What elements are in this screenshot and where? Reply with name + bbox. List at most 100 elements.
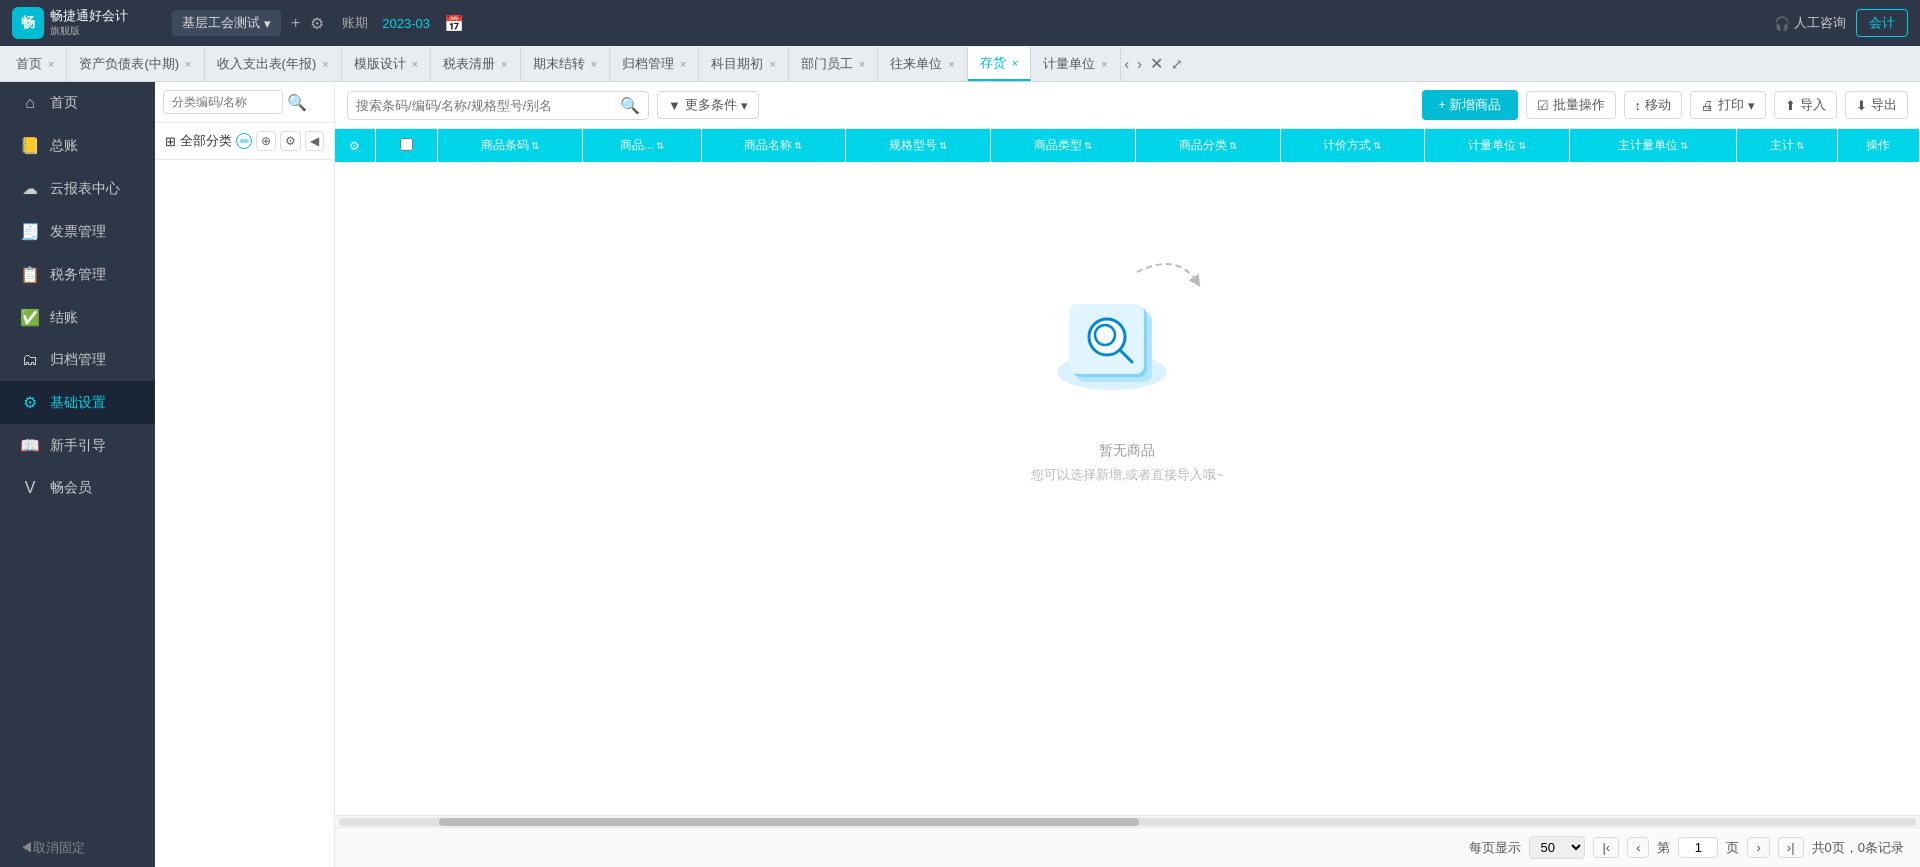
content-area: 🔍 ⊞ 全部分类 ✏ ⊕ ⚙ ◀ xyxy=(155,82,1920,867)
account-button[interactable]: 会计 xyxy=(1856,9,1908,37)
tabs-expand-button[interactable]: ⤢ xyxy=(1167,56,1187,72)
tab-close-period[interactable]: × xyxy=(591,58,597,70)
sidebar-item-home[interactable]: ⌂ 首页 xyxy=(0,82,155,124)
sidebar-item-member[interactable]: V 畅会员 xyxy=(0,467,155,509)
category-add-button[interactable]: ⊕ xyxy=(256,131,276,151)
th-barcode[interactable]: 商品条码⇅ xyxy=(437,129,582,162)
print-button[interactable]: 🖨 打印 ▾ xyxy=(1690,91,1766,119)
page-prev-button[interactable]: ‹ xyxy=(1627,837,1649,858)
company-selector[interactable]: 基层工会测试 ▾ xyxy=(172,10,281,36)
th-code[interactable]: 商品...⇅ xyxy=(582,129,701,162)
move-button[interactable]: ↕ 移动 xyxy=(1624,91,1683,119)
tab-close-stock[interactable]: × xyxy=(1012,57,1018,69)
sidebar-item-checkout[interactable]: ✅ 结账 xyxy=(0,296,155,339)
tab-balance[interactable]: 资产负债表(中期) × xyxy=(67,47,204,81)
tabs-bar: 首页 × 资产负债表(中期) × 收入支出表(年报) × 模版设计 × 税表清册… xyxy=(0,46,1920,82)
tab-close-unit[interactable]: × xyxy=(1101,58,1107,70)
th-checkbox[interactable] xyxy=(375,129,437,162)
add-company-button[interactable]: + xyxy=(291,14,300,32)
tab-close-income[interactable]: × xyxy=(322,58,328,70)
batch-op-button[interactable]: ☑ 批量操作 xyxy=(1526,91,1616,119)
sidebar-item-tax[interactable]: 📋 税务管理 xyxy=(0,253,155,296)
tabs-next-button[interactable]: › xyxy=(1133,56,1146,72)
all-category-label: ⊞ 全部分类 ✏ xyxy=(165,132,252,150)
import-button[interactable]: ⬆ 导入 xyxy=(1774,91,1837,119)
tab-partner[interactable]: 往来单位 × xyxy=(878,47,967,81)
sidebar-item-archive[interactable]: 🗂 归档管理 xyxy=(0,339,155,381)
tabs-close-all-button[interactable]: ✕ xyxy=(1146,54,1167,73)
category-actions: ⊕ ⚙ ◀ xyxy=(256,131,324,151)
page-first-button[interactable]: |‹ xyxy=(1593,837,1619,858)
page-label: 第 xyxy=(1657,839,1670,857)
select-all-checkbox[interactable] xyxy=(400,138,413,151)
tabs-prev-button[interactable]: ‹ xyxy=(1121,56,1134,72)
sidebar-item-settings[interactable]: ⚙ 基础设置 xyxy=(0,381,155,424)
sort-icon-pricing: ⇅ xyxy=(1373,140,1381,151)
add-product-button[interactable]: + 新增商品 xyxy=(1422,90,1517,120)
sidebar-item-ledger[interactable]: 📒 总账 xyxy=(0,124,155,167)
tab-template[interactable]: 模版设计 × xyxy=(342,47,431,81)
tab-period[interactable]: 期末结转 × xyxy=(521,47,610,81)
tab-close-home[interactable]: × xyxy=(48,58,54,70)
sidebar-item-report[interactable]: ☁ 云报表中心 xyxy=(0,167,155,210)
sidebar-label-home: 首页 xyxy=(50,94,78,112)
th-category[interactable]: 商品分类⇅ xyxy=(1135,129,1280,162)
tab-income[interactable]: 收入支出表(年报) × xyxy=(205,47,342,81)
toolbar: 🔍 ▼ 更多条件 ▾ + 新增商品 ☑ 批量操作 xyxy=(335,82,1920,129)
page-size-select[interactable]: 50 100 200 xyxy=(1529,836,1585,859)
tab-subject[interactable]: 科目期初 × xyxy=(699,47,788,81)
tab-home[interactable]: 首页 × xyxy=(4,47,67,81)
sort-icon-type: ⇅ xyxy=(1084,140,1092,151)
tab-close-balance[interactable]: × xyxy=(185,58,191,70)
sidebar-item-invoice[interactable]: 🧾 发票管理 xyxy=(0,210,155,253)
main-search-icon[interactable]: 🔍 xyxy=(620,96,640,115)
tab-close-subject[interactable]: × xyxy=(769,58,775,70)
page-number-input[interactable] xyxy=(1678,837,1718,858)
tab-archive[interactable]: 归档管理 × xyxy=(610,47,699,81)
left-panel-header: ⊞ 全部分类 ✏ ⊕ ⚙ ◀ xyxy=(155,123,334,160)
th-unit[interactable]: 计量单位⇅ xyxy=(1425,129,1570,162)
th-type[interactable]: 商品类型⇅ xyxy=(991,129,1136,162)
horizontal-scrollbar[interactable] xyxy=(335,815,1920,827)
th-main-count[interactable]: 主计⇅ xyxy=(1736,129,1837,162)
main-search-input[interactable] xyxy=(356,98,616,113)
th-settings[interactable]: ⚙ xyxy=(335,129,375,162)
tab-close-partner[interactable]: × xyxy=(948,58,954,70)
calendar-icon[interactable]: 📅 xyxy=(444,14,464,33)
export-button[interactable]: ⬇ 导出 xyxy=(1845,91,1908,119)
category-config-button[interactable]: ⚙ xyxy=(280,131,301,151)
th-name[interactable]: 商品名称⇅ xyxy=(701,129,846,162)
category-collapse-button[interactable]: ◀ xyxy=(305,131,324,151)
th-pricing[interactable]: 计价方式⇅ xyxy=(1280,129,1425,162)
pin-toggle[interactable]: ◀取消固定 xyxy=(0,829,155,867)
support-button[interactable]: 🎧 人工咨询 xyxy=(1774,14,1846,32)
sidebar-item-guide[interactable]: 📖 新手引导 xyxy=(0,424,155,467)
empty-svg xyxy=(1027,242,1227,422)
tab-unit[interactable]: 计量单位 × xyxy=(1031,47,1120,81)
category-search-icon[interactable]: 🔍 xyxy=(287,93,307,112)
sidebar-label-ledger: 总账 xyxy=(50,137,78,155)
empty-desc: 您可以选择新增,或者直接导入哦~ xyxy=(1031,466,1224,484)
scrollbar-thumb[interactable] xyxy=(439,818,1139,826)
grid-icon: ⊞ xyxy=(165,134,176,149)
toolbar-actions: ☑ 批量操作 ↕ 移动 🖨 打印 ▾ ⬆ xyxy=(1526,91,1909,119)
th-main-unit[interactable]: 主计量单位⇅ xyxy=(1570,129,1737,162)
th-spec[interactable]: 规格型号⇅ xyxy=(846,129,991,162)
tab-close-template[interactable]: × xyxy=(412,58,418,70)
tab-close-taxclear[interactable]: × xyxy=(501,58,507,70)
top-right-actions: 🎧 人工咨询 会计 xyxy=(1774,9,1908,37)
page-next-button[interactable]: › xyxy=(1747,837,1769,858)
sidebar-label-archive: 归档管理 xyxy=(50,351,106,369)
tab-close-dept[interactable]: × xyxy=(859,58,865,70)
more-conditions-button[interactable]: ▼ 更多条件 ▾ xyxy=(657,91,759,119)
filter-icon: ▼ xyxy=(668,98,681,113)
tab-stock[interactable]: 存货 × xyxy=(968,47,1031,81)
batch-icon: ☑ xyxy=(1537,98,1549,113)
tab-taxclear[interactable]: 税表清册 × xyxy=(431,47,520,81)
category-edit-tag: ✏ xyxy=(236,133,252,149)
settings-button[interactable]: ⚙ xyxy=(310,14,324,33)
tab-dept[interactable]: 部门员工 × xyxy=(789,47,878,81)
tab-close-archive[interactable]: × xyxy=(680,58,686,70)
page-last-button[interactable]: ›| xyxy=(1778,837,1804,858)
category-search-input[interactable] xyxy=(163,90,283,114)
